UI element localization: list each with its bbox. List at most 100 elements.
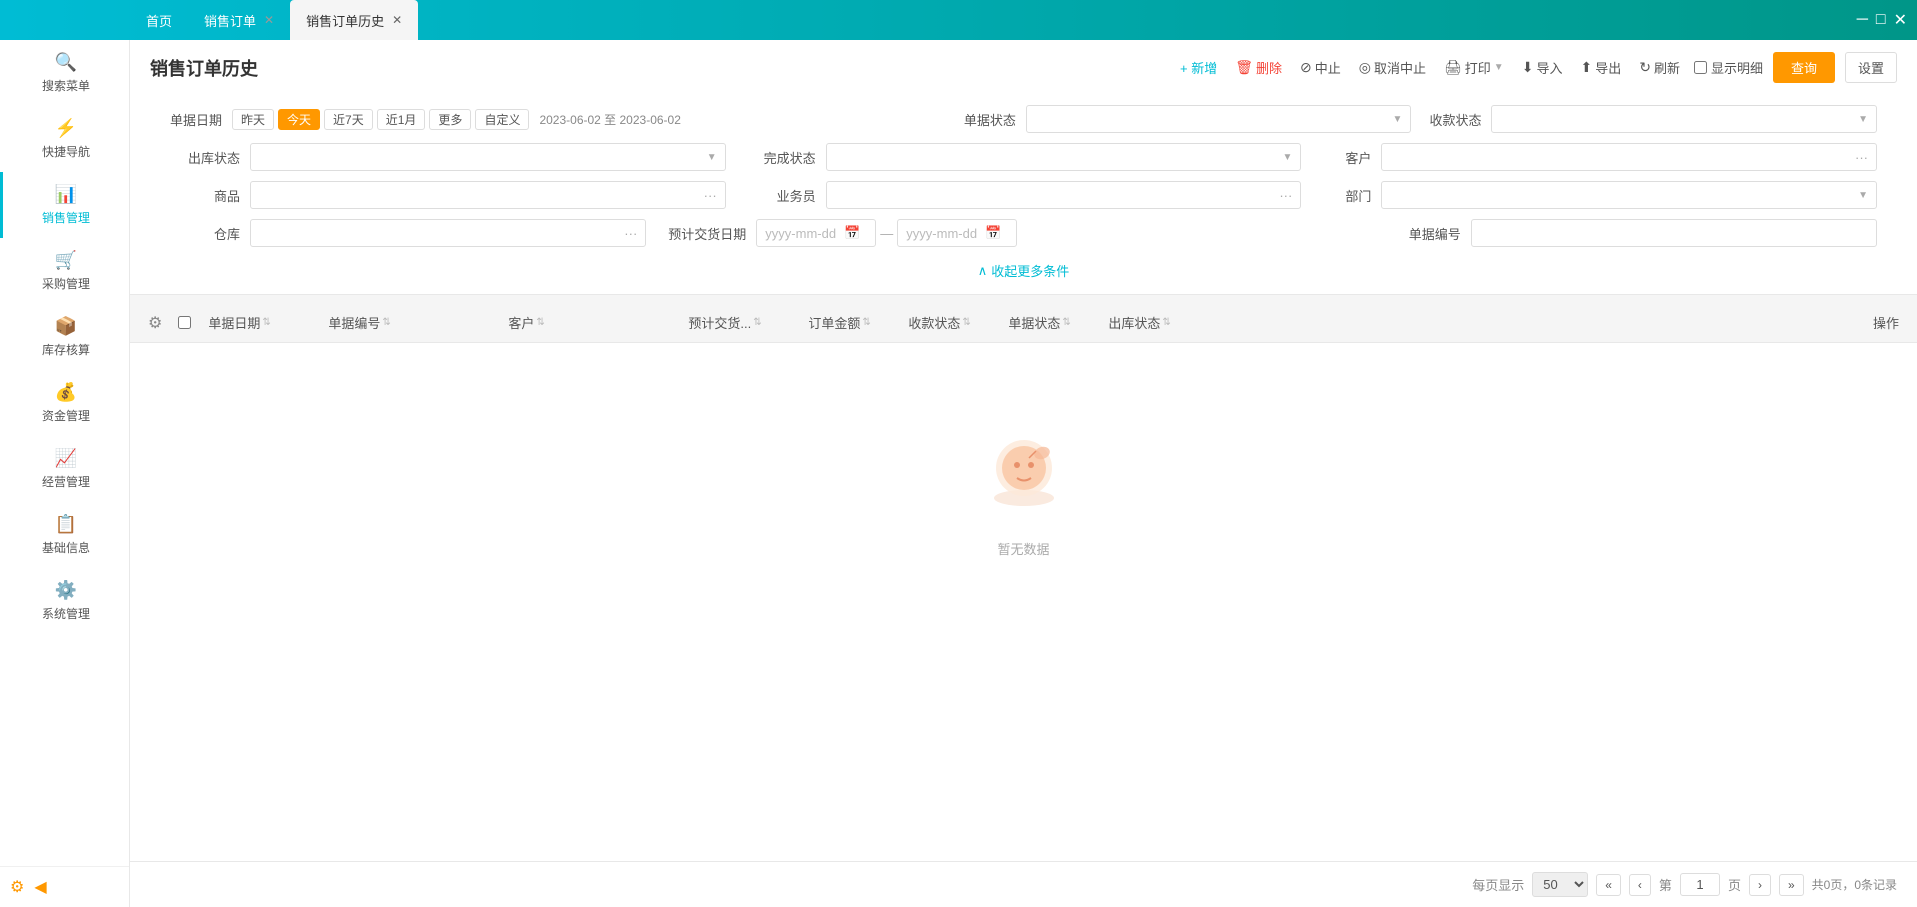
sort-out-status-icon[interactable]: ⇅ bbox=[1162, 317, 1170, 328]
payment-status-select[interactable]: ▼ bbox=[1491, 105, 1877, 133]
date-btn-7days[interactable]: 近7天 bbox=[324, 109, 373, 130]
sidebar-item-capital-mgmt[interactable]: 💰 资金管理 bbox=[0, 370, 129, 436]
refresh-button[interactable]: ↻ 刷新 bbox=[1635, 56, 1684, 79]
sort-order-no-icon[interactable]: ⇅ bbox=[382, 317, 390, 328]
print-button[interactable]: 🖨 打印 ▼ bbox=[1440, 56, 1508, 79]
calendar-to-icon[interactable]: 📅 bbox=[985, 225, 1001, 241]
sidebar-item-purchase-mgmt[interactable]: 🛒 采购管理 bbox=[0, 238, 129, 304]
out-status-select[interactable]: ▼ bbox=[250, 143, 726, 171]
th-order-status[interactable]: 单据状态 ⇅ bbox=[1000, 313, 1100, 332]
window-minimize-icon[interactable]: ─ bbox=[1857, 11, 1868, 29]
delivery-date-from-input[interactable]: yyyy-mm-dd 📅 bbox=[756, 219, 876, 247]
page-size-label: 每页显示 bbox=[1472, 875, 1524, 894]
sort-delivery-icon[interactable]: ⇅ bbox=[753, 317, 761, 328]
sidebar-item-stock-calc[interactable]: 📦 库存核算 bbox=[0, 304, 129, 370]
select-all-checkbox[interactable] bbox=[178, 316, 191, 329]
settings-button[interactable]: 设置 bbox=[1845, 52, 1897, 83]
next-page-button[interactable]: › bbox=[1749, 874, 1771, 896]
sidebar-item-quick-nav[interactable]: ⚡ 快捷导航 bbox=[0, 106, 129, 172]
sidebar-item-ops-mgmt[interactable]: 📈 经营管理 bbox=[0, 436, 129, 502]
date-filter-value: 昨天 今天 近7天 近1月 更多 自定义 2023-06-02 至 2023-0… bbox=[232, 109, 946, 130]
collapse-bar[interactable]: ∧ 收起更多条件 bbox=[170, 257, 1877, 284]
delivery-date-label: 预计交货日期 bbox=[666, 224, 756, 243]
th-out-status[interactable]: 出库状态 ⇅ bbox=[1100, 313, 1200, 332]
sort-order-status-icon[interactable]: ⇅ bbox=[1062, 317, 1070, 328]
sidebar-item-sys-mgmt[interactable]: ⚙️ 系统管理 bbox=[0, 568, 129, 634]
query-button[interactable]: 查询 bbox=[1773, 52, 1835, 83]
page-label: 页 bbox=[1728, 875, 1741, 894]
prev-page-button[interactable]: ‹ bbox=[1629, 874, 1651, 896]
th-settings-icon[interactable]: ⚙ bbox=[140, 313, 170, 333]
th-order-no[interactable]: 单据编号 ⇅ bbox=[320, 313, 500, 332]
display-detail-checkbox[interactable]: 显示明细 bbox=[1694, 58, 1763, 77]
add-button[interactable]: + 新增 bbox=[1176, 56, 1221, 79]
export-button[interactable]: ⬆ 导出 bbox=[1576, 56, 1625, 79]
close-tab-sales-order-history[interactable]: ✕ bbox=[392, 13, 402, 27]
sidebar-item-sales-mgmt[interactable]: 📊 销售管理 bbox=[0, 172, 129, 238]
complete-status-label: 完成状态 bbox=[746, 148, 826, 167]
sort-customer-icon[interactable]: ⇅ bbox=[536, 317, 544, 328]
page-size-select[interactable]: 50 10 20 100 bbox=[1532, 872, 1588, 897]
window-close-icon[interactable]: ✕ bbox=[1894, 10, 1907, 30]
warehouse-input[interactable]: ··· bbox=[250, 219, 646, 247]
date-btn-1month[interactable]: 近1月 bbox=[377, 109, 426, 130]
tab-sales-order[interactable]: 销售订单 ✕ bbox=[188, 0, 290, 40]
date-btn-custom[interactable]: 自定义 bbox=[475, 109, 529, 130]
close-tab-sales-order[interactable]: ✕ bbox=[264, 13, 274, 27]
dept-select[interactable]: ▼ bbox=[1381, 181, 1877, 209]
th-checkbox-all[interactable] bbox=[170, 316, 200, 329]
th-date[interactable]: 单据日期 ⇅ bbox=[200, 313, 320, 332]
display-detail-checkbox-input[interactable] bbox=[1694, 61, 1707, 74]
search-menu-icon: 🔍 bbox=[55, 52, 77, 73]
doc-number-label: 单据编号 bbox=[1401, 224, 1471, 243]
sort-amount-icon[interactable]: ⇅ bbox=[862, 317, 870, 328]
empty-state: 暂无数据 bbox=[130, 343, 1917, 598]
out-status-label: 出库状态 bbox=[170, 148, 250, 167]
purchase-mgmt-icon: 🛒 bbox=[55, 250, 77, 271]
customer-dots: ··· bbox=[1855, 150, 1868, 165]
collapse-sidebar-icon[interactable]: ◀ bbox=[34, 877, 46, 897]
page-number-input[interactable] bbox=[1680, 873, 1720, 896]
sidebar-item-search-menu[interactable]: 🔍 搜索菜单 bbox=[0, 40, 129, 106]
salesperson-input[interactable]: ··· bbox=[826, 181, 1302, 209]
warehouse-label: 仓库 bbox=[170, 224, 250, 243]
sort-pay-status-icon[interactable]: ⇅ bbox=[962, 317, 970, 328]
last-page-button[interactable]: » bbox=[1779, 874, 1804, 896]
total-info: 共0页，0条记录 bbox=[1812, 876, 1897, 893]
delete-button[interactable]: 🗑 删除 bbox=[1231, 56, 1286, 79]
window-maximize-icon[interactable]: □ bbox=[1876, 11, 1886, 29]
sort-date-icon[interactable]: ⇅ bbox=[262, 317, 270, 328]
filter-col-dept: 部门 ▼ bbox=[1321, 181, 1877, 209]
tab-sales-order-history[interactable]: 销售订单历史 ✕ bbox=[290, 0, 418, 40]
th-amount[interactable]: 订单金额 ⇅ bbox=[800, 313, 900, 332]
th-delivery[interactable]: 预计交货... ⇅ bbox=[680, 313, 800, 332]
filter-col-date: 单据日期 昨天 今天 近7天 近1月 更多 自定义 2023-06-02 至 2… bbox=[170, 109, 946, 130]
first-page-button[interactable]: « bbox=[1596, 874, 1621, 896]
sales-mgmt-icon: 📊 bbox=[55, 184, 77, 205]
th-pay-status[interactable]: 收款状态 ⇅ bbox=[900, 313, 1000, 332]
delete-icon: 🗑 bbox=[1235, 59, 1253, 76]
goods-input[interactable]: ··· bbox=[250, 181, 726, 209]
settings-bottom-icon[interactable]: ⚙ bbox=[10, 877, 24, 897]
date-btn-more[interactable]: 更多 bbox=[429, 109, 471, 130]
cancel-stop-button[interactable]: ◎ 取消中止 bbox=[1355, 56, 1430, 79]
import-button[interactable]: ⬇ 导入 bbox=[1518, 56, 1567, 79]
tab-home[interactable]: 首页 bbox=[130, 0, 188, 40]
doc-number-input[interactable] bbox=[1471, 219, 1877, 247]
delivery-date-to-input[interactable]: yyyy-mm-dd 📅 bbox=[897, 219, 1017, 247]
calendar-from-icon[interactable]: 📅 bbox=[844, 225, 860, 241]
warehouse-dots: ··· bbox=[624, 226, 637, 241]
print-dropdown-icon[interactable]: ▼ bbox=[1494, 62, 1504, 73]
date-btn-today[interactable]: 今天 bbox=[278, 109, 320, 130]
th-customer[interactable]: 客户 ⇅ bbox=[500, 313, 680, 332]
date-filter-label: 单据日期 bbox=[170, 110, 232, 129]
salesperson-dots: ··· bbox=[1279, 188, 1292, 203]
customer-label: 客户 bbox=[1321, 148, 1381, 167]
filter-col-customer: 客户 ··· bbox=[1321, 143, 1877, 171]
sidebar-item-base-info[interactable]: 📋 基础信息 bbox=[0, 502, 129, 568]
doc-status-select[interactable]: ▼ bbox=[1026, 105, 1412, 133]
stop-button[interactable]: ⊘ 中止 bbox=[1296, 56, 1345, 79]
complete-status-select[interactable]: ▼ bbox=[826, 143, 1302, 171]
customer-input[interactable]: ··· bbox=[1381, 143, 1877, 171]
date-btn-yesterday[interactable]: 昨天 bbox=[232, 109, 274, 130]
